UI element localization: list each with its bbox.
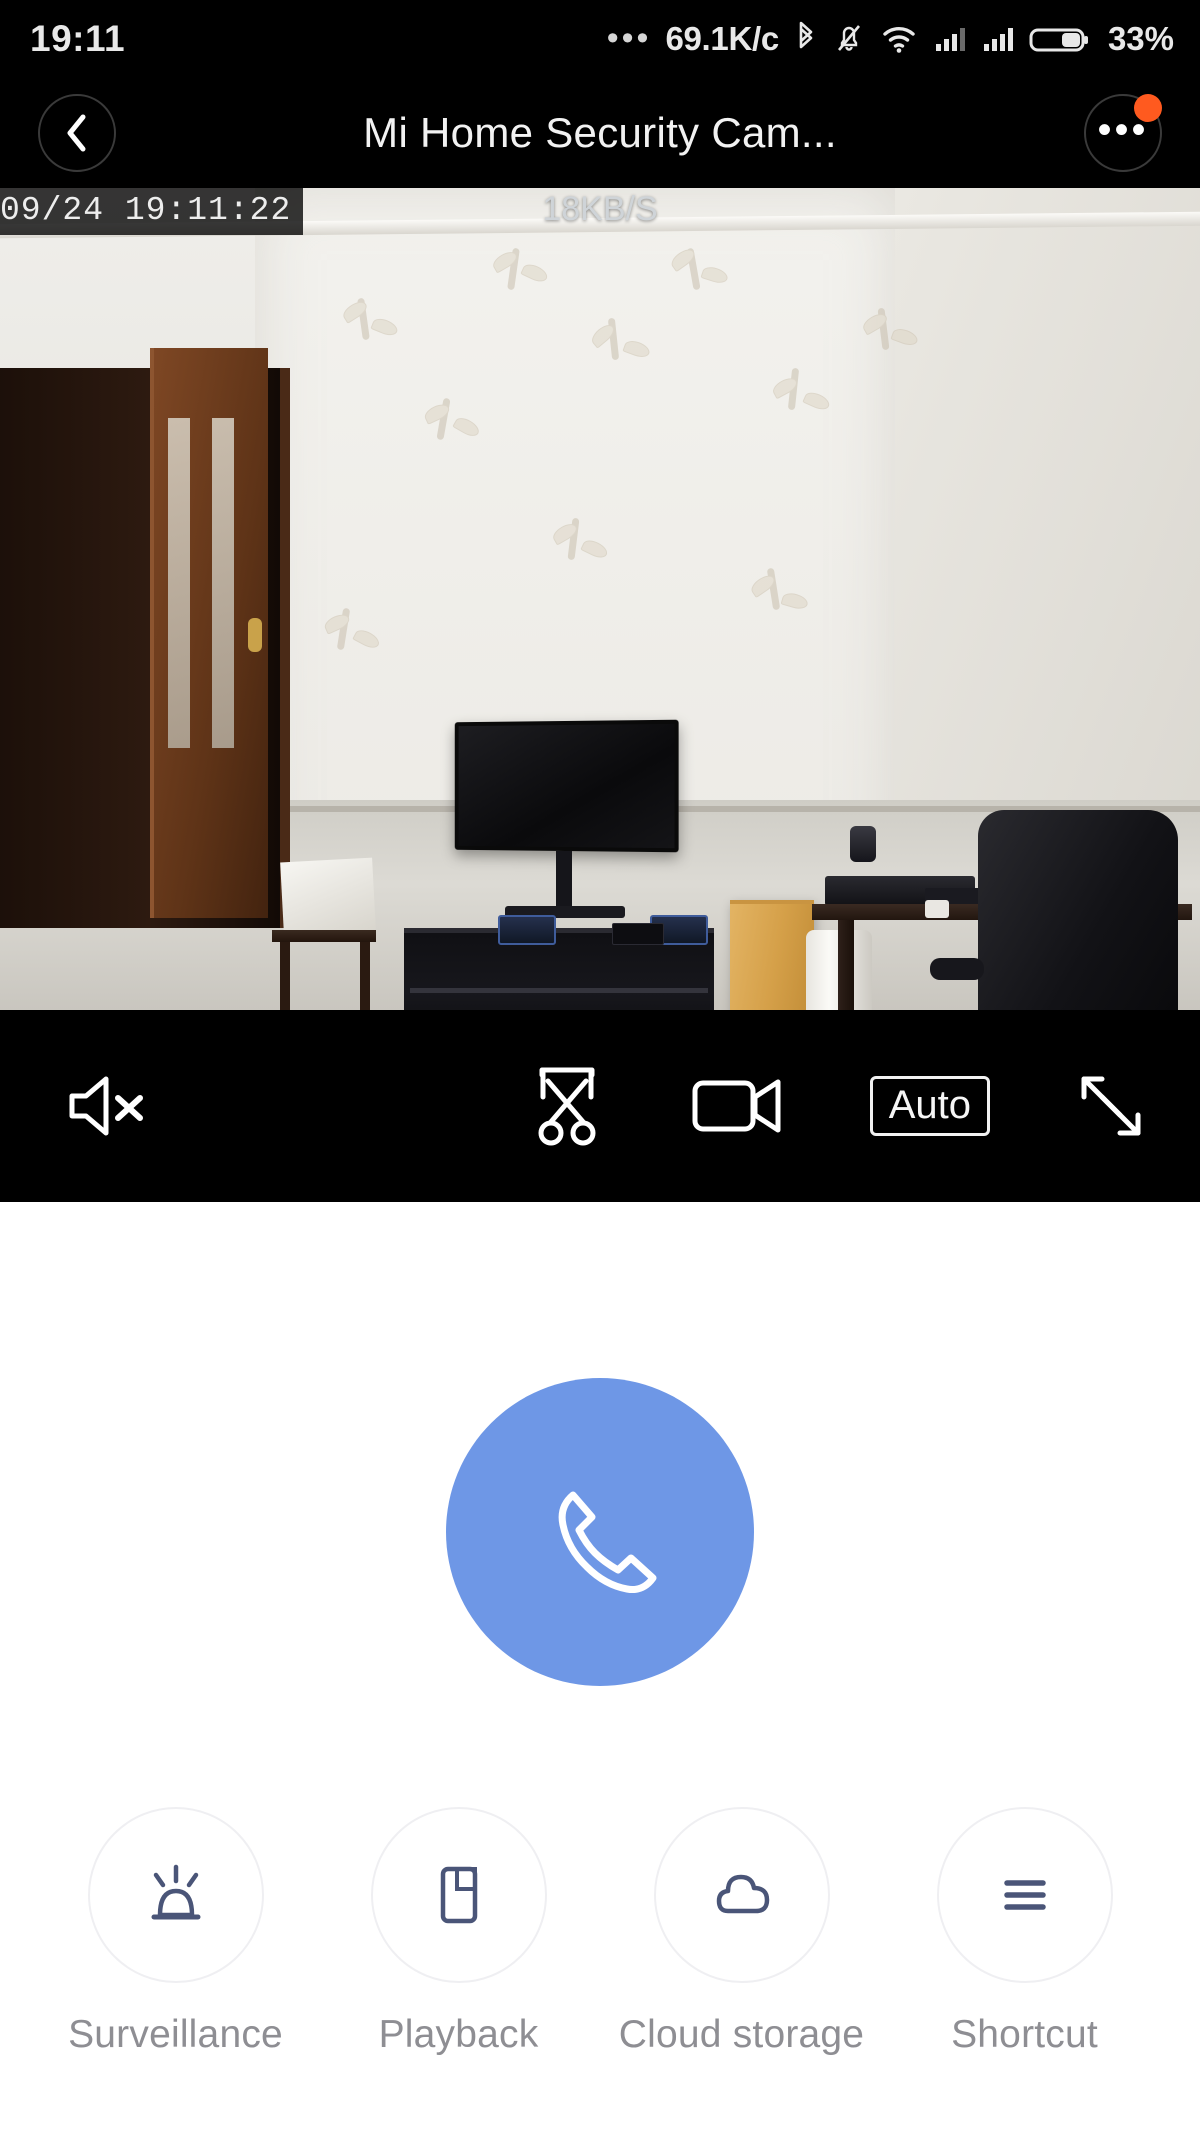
live-video-feed[interactable]: 18KB/S 09/24 19:11:22 bbox=[0, 188, 1200, 1010]
mute-toggle-button[interactable] bbox=[58, 1068, 150, 1144]
record-video-button[interactable] bbox=[690, 1071, 786, 1141]
quick-action-shortcut[interactable]: Shortcut bbox=[900, 1807, 1150, 2057]
fullscreen-button[interactable] bbox=[1074, 1069, 1148, 1143]
network-speed-label: 69.1K/c bbox=[665, 20, 779, 57]
title-bar: Mi Home Security Cam... ••• bbox=[0, 78, 1200, 188]
signal-sim1-icon bbox=[935, 28, 965, 51]
fullscreen-expand-icon bbox=[1081, 1076, 1141, 1136]
quick-action-playback[interactable]: Playback bbox=[334, 1807, 584, 2057]
quick-action-shortcut-label: Shortcut bbox=[951, 2013, 1098, 2056]
quick-action-shortcut-circle bbox=[936, 1807, 1113, 1983]
speaker-muted-icon bbox=[69, 1076, 143, 1136]
bluetooth-icon bbox=[799, 21, 813, 49]
cloud-icon bbox=[716, 1874, 769, 1914]
status-bar-clock: 19:11 bbox=[30, 18, 126, 59]
camera-live-view-screen: 19:11 ••• 69.1K/c 33% Mi Home Security C… bbox=[0, 0, 1200, 2135]
battery-percent-label: 33% bbox=[1107, 20, 1174, 57]
notifications-muted-icon bbox=[837, 25, 860, 51]
more-dots-icon: ••• bbox=[1097, 108, 1149, 152]
quick-action-playback-label: Playback bbox=[378, 2013, 539, 2056]
more-options-button[interactable]: ••• bbox=[1084, 94, 1162, 172]
quick-action-cloud-storage[interactable]: Cloud storage bbox=[617, 1807, 867, 2057]
status-bar-overflow-icon: ••• bbox=[606, 19, 652, 58]
talk-button[interactable] bbox=[446, 1378, 754, 1686]
hamburger-menu-icon bbox=[1003, 1880, 1046, 1910]
video-camera-icon bbox=[692, 1079, 781, 1133]
status-bar: 19:11 ••• 69.1K/c 33% bbox=[0, 0, 1200, 78]
video-quality-button[interactable]: Auto bbox=[869, 1076, 990, 1136]
player-control-left-group bbox=[58, 1068, 150, 1144]
page-title: Mi Home Security Cam... bbox=[363, 109, 837, 156]
video-timestamp-overlay: 09/24 19:11:22 bbox=[0, 188, 304, 235]
scissors-icon bbox=[538, 1067, 596, 1146]
quick-action-surveillance[interactable]: Surveillance bbox=[51, 1807, 301, 2057]
snapshot-clip-button[interactable] bbox=[528, 1063, 606, 1149]
quality-label: Auto bbox=[869, 1076, 990, 1136]
action-panel: Surveillance Playback Cloud storage Shor… bbox=[0, 1202, 1200, 2135]
signal-sim2-icon bbox=[983, 28, 1013, 51]
phone-handset-icon bbox=[558, 1491, 657, 1593]
quick-action-cloud-storage-circle bbox=[653, 1807, 830, 1983]
status-bar-indicators: ••• 69.1K/c 33% bbox=[607, 19, 1174, 59]
floppy-disk-icon bbox=[440, 1866, 477, 1924]
quick-action-surveillance-circle bbox=[87, 1807, 264, 1983]
notification-badge bbox=[1134, 94, 1162, 122]
quick-action-playback-circle bbox=[370, 1807, 547, 1983]
wifi-icon bbox=[883, 27, 915, 53]
quick-action-bar: Surveillance Playback Cloud storage Shor… bbox=[0, 1807, 1200, 2057]
quick-action-surveillance-label: Surveillance bbox=[68, 2013, 283, 2056]
battery-icon bbox=[1029, 28, 1088, 52]
quick-action-cloud-storage-label: Cloud storage bbox=[618, 2013, 865, 2056]
player-control-right-group: Auto bbox=[528, 1063, 1148, 1149]
alarm-beacon-icon bbox=[151, 1864, 200, 1920]
player-control-bar: Auto bbox=[0, 1010, 1200, 1202]
video-scene bbox=[0, 188, 1200, 1010]
